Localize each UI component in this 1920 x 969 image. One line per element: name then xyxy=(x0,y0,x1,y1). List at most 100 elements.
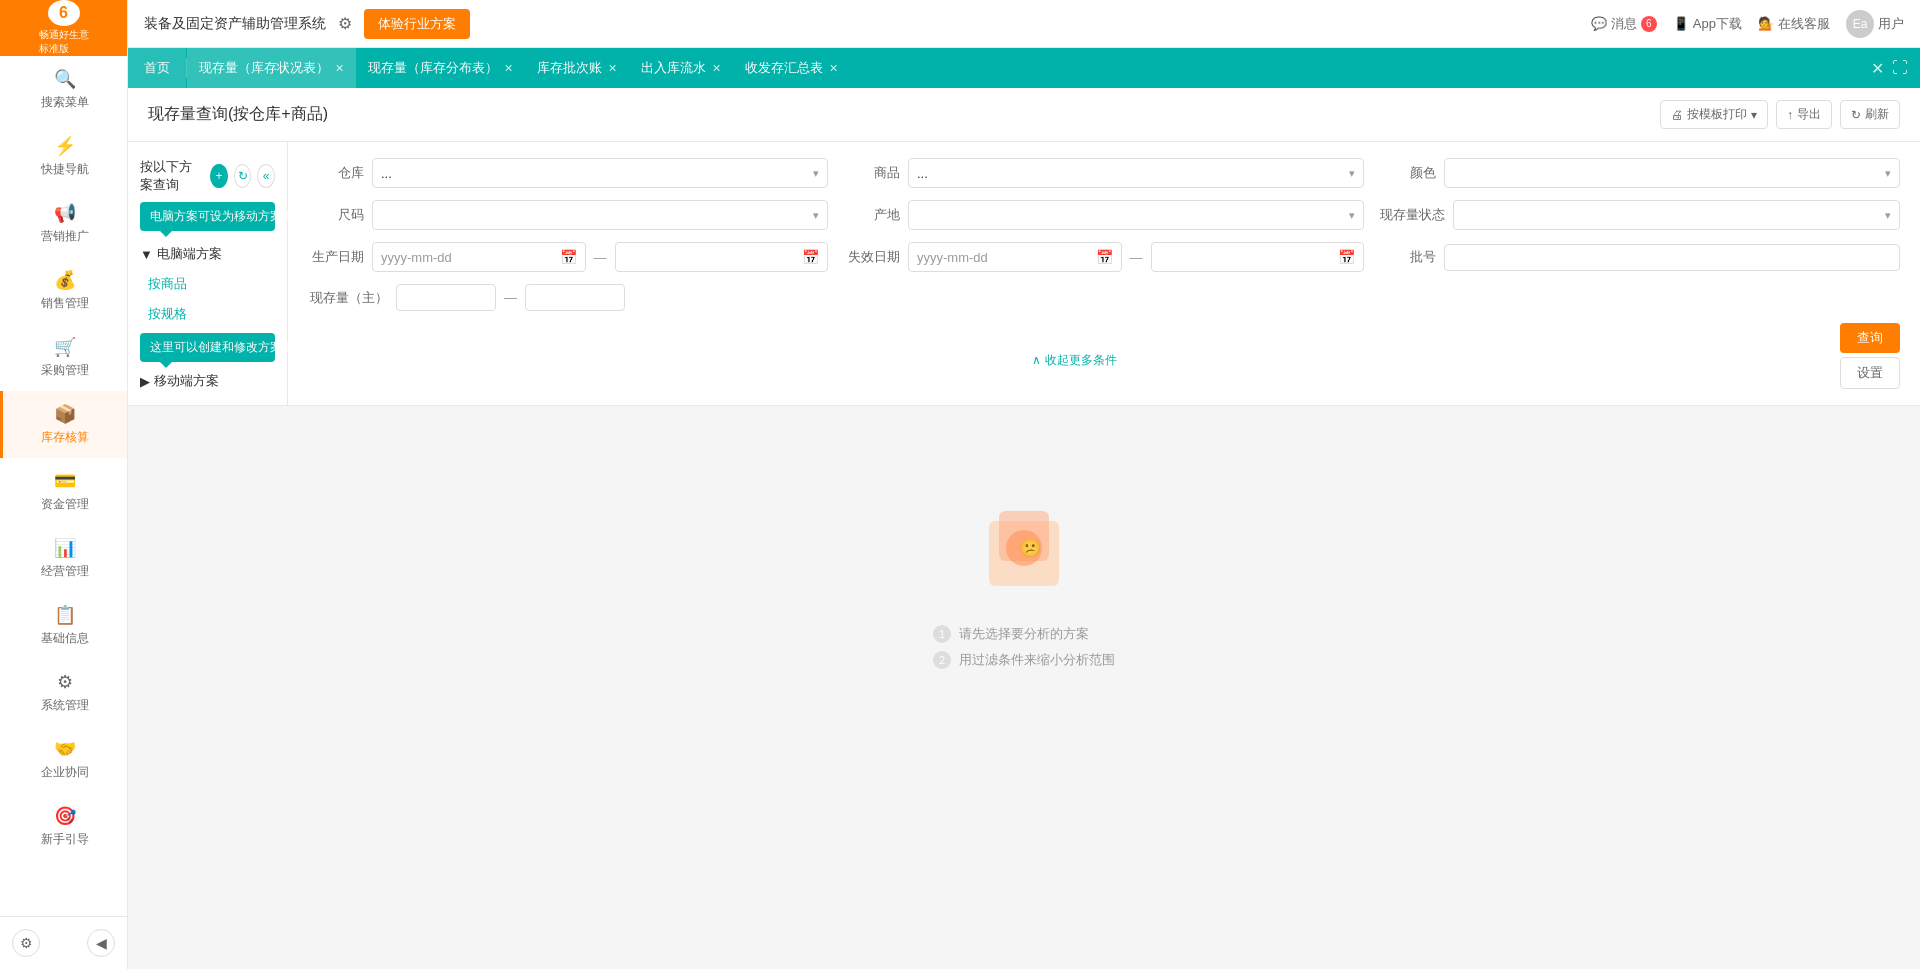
trial-button[interactable]: 体验行业方案 xyxy=(364,9,470,39)
sidebar-item-marketing[interactable]: 📢 营销推广 xyxy=(0,190,127,257)
step-num-2: 2 xyxy=(933,651,951,669)
sidebar-item-purchase[interactable]: 🛒 采购管理 xyxy=(0,324,127,391)
empty-icon-svg: 😕 xyxy=(964,486,1084,606)
settings-button[interactable]: ⚙ xyxy=(12,929,40,957)
stock-qty-to[interactable] xyxy=(525,284,625,311)
batch-input[interactable] xyxy=(1444,244,1900,271)
stock-status-select[interactable]: ▾ xyxy=(1453,200,1900,230)
tab-inventory-status[interactable]: 现存量（库存状况表） ✕ xyxy=(187,48,356,88)
page-title: 现存量查询(按仓库+商品) xyxy=(148,104,328,125)
stock-qty-from[interactable] xyxy=(396,284,496,311)
page-header: 现存量查询(按仓库+商品) 🖨 按模板打印 ▾ ↑ 导出 ↻ 刷新 xyxy=(128,88,1920,142)
empty-step-1: 1 请先选择要分析的方案 xyxy=(933,625,1115,643)
sidebar-item-basic[interactable]: 📋 基础信息 xyxy=(0,592,127,659)
marketing-icon: 📢 xyxy=(54,202,76,224)
tooltip-close-2[interactable]: ✕ xyxy=(302,340,314,356)
phone-icon: 📱 xyxy=(1673,16,1689,31)
tab-close-2[interactable]: ✕ xyxy=(504,62,513,75)
collapse-icon: ∧ xyxy=(1032,353,1041,367)
refresh-scheme-button[interactable]: ↻ xyxy=(234,164,252,188)
sidebar-item-system[interactable]: ⚙ 系统管理 xyxy=(0,659,127,726)
size-chevron-icon: ▾ xyxy=(813,209,819,222)
sidebar-item-sales[interactable]: 💰 销售管理 xyxy=(0,257,127,324)
tab-inventory-dist[interactable]: 现存量（库存分布表） ✕ xyxy=(356,48,525,88)
tab-close-5[interactable]: ✕ xyxy=(829,62,838,75)
reset-button[interactable]: 设置 xyxy=(1840,357,1900,389)
tab-close-all-icon[interactable]: ✕ xyxy=(1871,59,1884,78)
filter-rows: 仓库 ... ▾ 商品 ... ▾ xyxy=(308,158,1900,311)
basic-icon: 📋 xyxy=(54,604,76,626)
scheme-item-spec[interactable]: 按规格 xyxy=(128,299,287,329)
refresh-button[interactable]: ↻ 刷新 xyxy=(1840,100,1900,129)
sidebar-item-inventory[interactable]: 📦 库存核算 xyxy=(0,391,127,458)
tab-close-4[interactable]: ✕ xyxy=(712,62,721,75)
sidebar-item-nav[interactable]: ⚡ 快捷导航 xyxy=(0,123,127,190)
scheme-item-product[interactable]: 按商品 xyxy=(128,269,287,299)
top-header-right: 💬 消息 6 📱 App下载 💁 在线客服 Ea 用户 xyxy=(1591,10,1904,38)
tab-bar: 首页 现存量（库存状况表） ✕ 现存量（库存分布表） ✕ 库存批次账 ✕ 出入库… xyxy=(128,48,1920,88)
origin-filter: 产地 ▾ xyxy=(844,200,1364,230)
top-header-left: 装备及固定资产辅助管理系统 ⚙ 体验行业方案 xyxy=(144,9,470,39)
print-icon: 🖨 xyxy=(1671,108,1683,122)
tab-close-3[interactable]: ✕ xyxy=(608,62,617,75)
sidebar-nav: 🔍 搜索菜单 ⚡ 快捷导航 📢 营销推广 💰 销售管理 🛒 采购管理 📦 库存核… xyxy=(0,56,127,916)
add-scheme-button[interactable]: + xyxy=(210,164,228,188)
stock-status-filter: 现存量状态 ▾ xyxy=(1380,200,1900,230)
tab-summary[interactable]: 收发存汇总表 ✕ xyxy=(733,48,850,88)
online-support-button[interactable]: 💁 在线客服 xyxy=(1758,15,1830,33)
page-actions: 🖨 按模板打印 ▾ ↑ 导出 ↻ 刷新 xyxy=(1660,100,1900,129)
sidebar-item-collab[interactable]: 🤝 企业协同 xyxy=(0,726,127,793)
expiry-date-filter: 失效日期 yyyy-mm-dd 📅 — 📅 xyxy=(844,242,1364,272)
message-button[interactable]: 💬 消息 6 xyxy=(1591,15,1657,33)
management-icon: 📊 xyxy=(54,537,76,559)
app-download-button[interactable]: 📱 App下载 xyxy=(1673,15,1742,33)
tab-fullscreen-icon[interactable]: ⛶ xyxy=(1892,59,1908,77)
filter-row-3: 生产日期 yyyy-mm-dd 📅 — 📅 xyxy=(308,242,1900,272)
sidebar-logo: 6 畅通好生意 标准版 xyxy=(0,0,127,56)
tooltip-close-1[interactable]: ✕ xyxy=(302,209,314,225)
filter-row-2: 尺码 ▾ 产地 ▾ xyxy=(308,200,1900,230)
expiry-date-to[interactable]: 📅 xyxy=(1151,242,1365,272)
settings-icon[interactable]: ⚙ xyxy=(338,14,352,33)
sidebar-item-finance[interactable]: 💳 资金管理 xyxy=(0,458,127,525)
print-button[interactable]: 🖨 按模板打印 ▾ xyxy=(1660,100,1768,129)
create-scheme-tooltip: 这里可以创建和修改方案哦 ✕ xyxy=(140,333,275,362)
top-header: 装备及固定资产辅助管理系统 ⚙ 体验行业方案 💬 消息 6 📱 App下载 💁 … xyxy=(128,0,1920,48)
filter-header-row: 按以下方案查询 + ↻ « xyxy=(128,150,287,202)
sales-icon: 💰 xyxy=(54,269,76,291)
collapse-sidebar-button[interactable]: ◀ xyxy=(87,929,115,957)
sidebar-item-guide[interactable]: 🎯 新手引导 xyxy=(0,793,127,860)
warehouse-filter: 仓库 ... ▾ xyxy=(308,158,828,188)
filter-form: 仓库 ... ▾ 商品 ... ▾ xyxy=(288,142,1920,405)
production-date-to[interactable]: 📅 xyxy=(615,242,829,272)
nav-icon: ⚡ xyxy=(54,135,76,157)
message-icon: 💬 xyxy=(1591,16,1607,31)
tab-close-1[interactable]: ✕ xyxy=(335,62,344,75)
filter-row-4: 现存量（主） — xyxy=(308,284,1900,311)
pc-scheme-group[interactable]: ▼ 电脑端方案 xyxy=(128,239,287,269)
tab-batch[interactable]: 库存批次账 ✕ xyxy=(525,48,629,88)
guide-icon: 🎯 xyxy=(54,805,76,827)
production-date-from[interactable]: yyyy-mm-dd 📅 xyxy=(372,242,586,272)
expiry-date-from[interactable]: yyyy-mm-dd 📅 xyxy=(908,242,1122,272)
warehouse-select[interactable]: ... ▾ xyxy=(372,158,828,188)
color-chevron-icon: ▾ xyxy=(1885,167,1891,180)
export-button[interactable]: ↑ 导出 xyxy=(1776,100,1832,129)
sidebar: 6 畅通好生意 标准版 🔍 搜索菜单 ⚡ 快捷导航 📢 营销推广 💰 销售管理 … xyxy=(0,0,128,969)
tab-home[interactable]: 首页 xyxy=(128,48,186,88)
collapse-button[interactable]: ∧ 收起更多条件 xyxy=(1032,352,1117,369)
product-select[interactable]: ... ▾ xyxy=(908,158,1364,188)
sidebar-item-search[interactable]: 🔍 搜索菜单 xyxy=(0,56,127,123)
search-button[interactable]: 查询 xyxy=(1840,323,1900,353)
tab-inout[interactable]: 出入库流水 ✕ xyxy=(629,48,733,88)
filter-with-scheme: 按以下方案查询 + ↻ « 电脑方案可设为移动方案哦 ✕ ▼ 电脑端方案 xyxy=(128,142,1920,406)
sidebar-item-management[interactable]: 📊 经营管理 xyxy=(0,525,127,592)
size-select[interactable]: ▾ xyxy=(372,200,828,230)
origin-select[interactable]: ▾ xyxy=(908,200,1364,230)
mobile-scheme-group[interactable]: ▶ 移动端方案 xyxy=(128,366,287,396)
arrow-icon: ▼ xyxy=(140,247,153,262)
color-select[interactable]: ▾ xyxy=(1444,158,1900,188)
add-tooltip-wrapper: 电脑方案可设为移动方案哦 ✕ xyxy=(140,202,275,231)
user-menu[interactable]: Ea 用户 xyxy=(1846,10,1904,38)
back-scheme-button[interactable]: « xyxy=(257,164,275,188)
